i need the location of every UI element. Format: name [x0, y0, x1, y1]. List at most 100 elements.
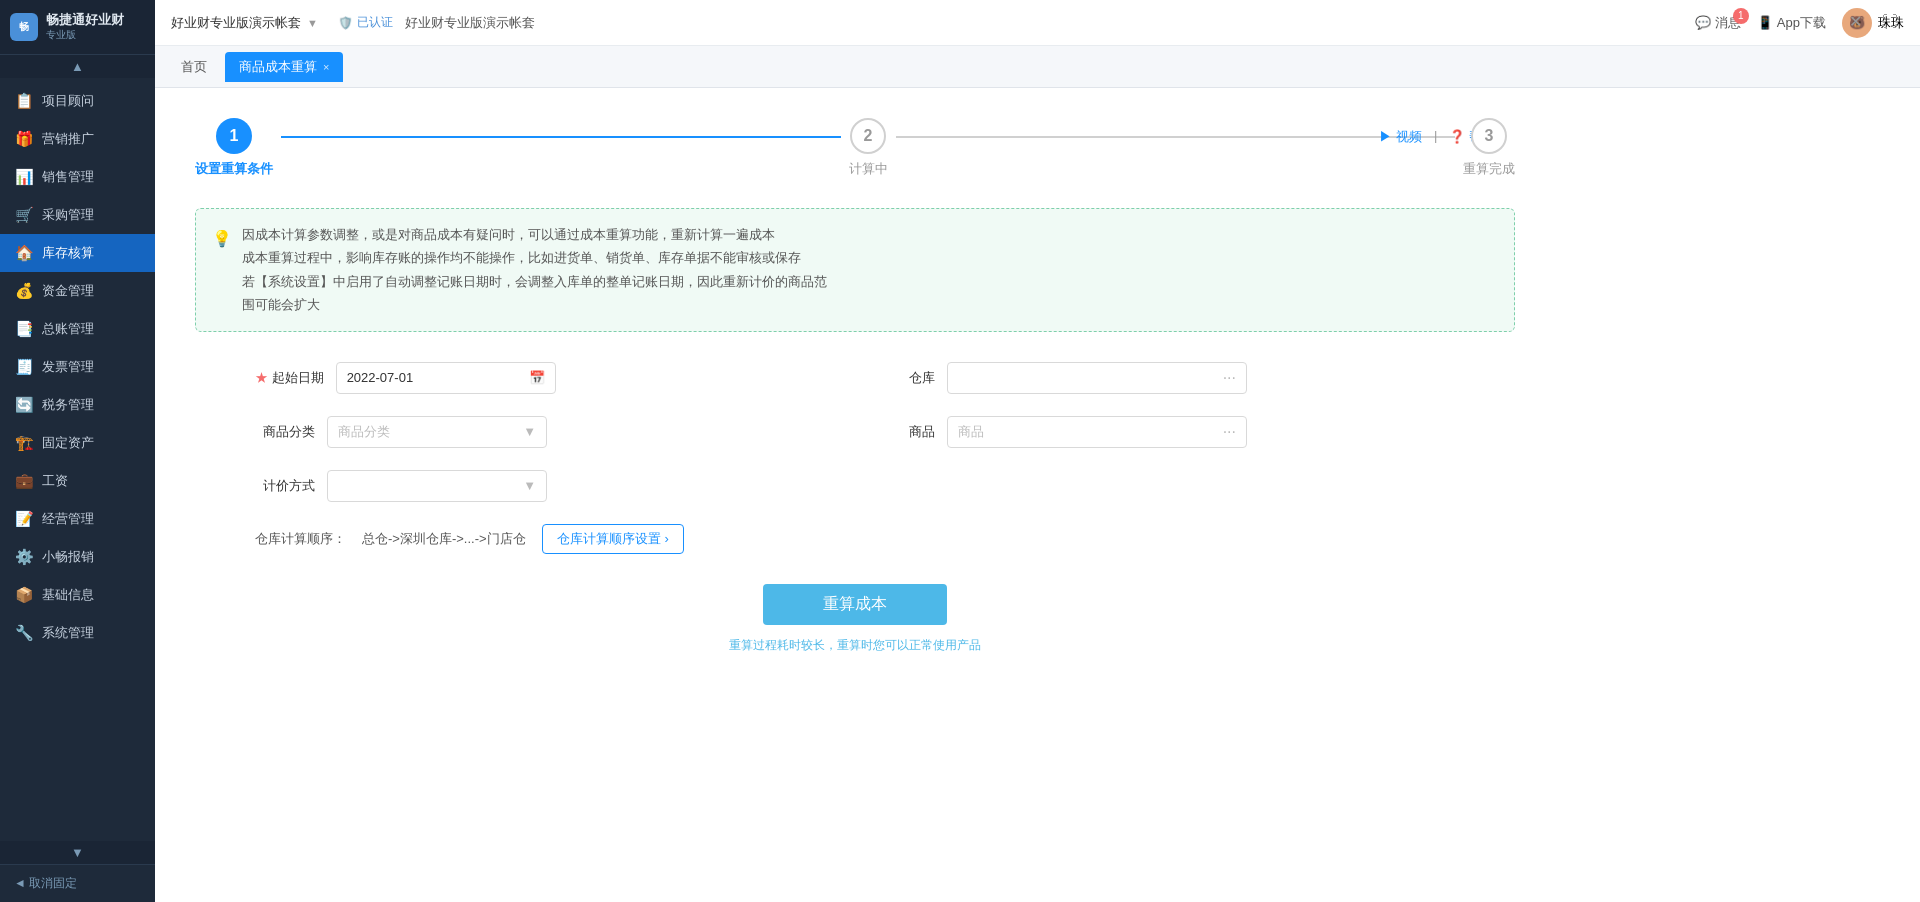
- warehouse-order-label: 仓库计算顺序：: [255, 530, 346, 548]
- step-2: 2 计算中: [849, 118, 888, 178]
- info-icon: 💡: [212, 225, 232, 317]
- step-1-label: 设置重算条件: [195, 160, 273, 178]
- tab-home-label: 首页: [181, 58, 207, 76]
- pricing-group: 计价方式 ▼: [255, 470, 835, 502]
- form-section: ★ 起始日期 2022-07-01 📅 仓库 ···: [195, 362, 1515, 654]
- product-group: 商品 商品 ···: [875, 416, 1455, 448]
- sidebar-item-fapiao[interactable]: 🧾 发票管理: [0, 348, 155, 386]
- step-line-1: [281, 136, 841, 138]
- required-star: ★: [255, 370, 268, 385]
- category-placeholder: 商品分类: [338, 423, 390, 441]
- sidebar-item-zhangwu[interactable]: 📑 总账管理: [0, 310, 155, 348]
- pricing-label: 计价方式: [255, 477, 315, 495]
- app-title: 畅捷通好业财: [46, 12, 124, 28]
- product-placeholder: 商品: [958, 423, 984, 441]
- sidebar-item-xiangmu[interactable]: 📋 项目顾问: [0, 82, 155, 120]
- sidebar-item-yingxiao[interactable]: 🎁 营销推广: [0, 120, 155, 158]
- expand-window-button[interactable]: ⛶: [1876, 10, 1904, 33]
- sidebar-item-label: 项目顾问: [42, 92, 94, 110]
- recalc-button[interactable]: 重算成本: [763, 584, 947, 625]
- sidebar-item-label: 发票管理: [42, 358, 94, 376]
- gongzi-icon: 💼: [14, 472, 34, 490]
- account-dropdown-icon: ▼: [307, 17, 318, 29]
- sidebar-item-caigou[interactable]: 🛒 采购管理: [0, 196, 155, 234]
- content-area: 1 设置重算条件 2 计算中 3: [155, 88, 1920, 902]
- warehouse-order-row: 仓库计算顺序： 总仓->深圳仓库->...->门店仓 仓库计算顺序设置 ›: [255, 524, 1455, 554]
- chevron-down-icon-2: ▼: [523, 478, 536, 493]
- step-1-circle: 1: [216, 118, 252, 154]
- sidebar-item-xiaoshou[interactable]: 📊 销售管理: [0, 158, 155, 196]
- sidebar-item-label: 系统管理: [42, 624, 94, 642]
- sidebar-item-label: 税务管理: [42, 396, 94, 414]
- info-box: 💡 因成本计算参数调整，或是对商品成本有疑问时，可以通过成本重算功能，重新计算一…: [195, 208, 1515, 332]
- topbar: 好业财专业版演示帐套 ▼ 🛡️ 已认证 好业财专业版演示帐套 💬 消息 1 📱 …: [155, 0, 1920, 46]
- sidebar-item-label: 工资: [42, 472, 68, 490]
- start-date-value: 2022-07-01: [347, 370, 414, 385]
- sidebar-item-label: 小畅报销: [42, 548, 94, 566]
- sidebar-nav: 📋 项目顾问 🎁 营销推广 📊 销售管理 🛒 采购管理 🏠 库存核算 💰 资金管…: [0, 78, 155, 841]
- sidebar-header: 畅 畅捷通好业财 专业版: [0, 0, 155, 55]
- sidebar-unpin-button[interactable]: ◄ 取消固定: [0, 864, 155, 902]
- step-3-label: 重算完成: [1463, 160, 1515, 178]
- steps-section: 1 设置重算条件 2 计算中 3: [195, 118, 1515, 178]
- warehouse-more-icon: ···: [1223, 369, 1236, 387]
- window-controls: ✕ ⛶: [1843, 10, 1904, 33]
- category-select[interactable]: 商品分类 ▼: [327, 416, 547, 448]
- caigou-icon: 🛒: [14, 206, 34, 224]
- chevron-right-icon: ›: [665, 531, 669, 546]
- sidebar-item-gongzi[interactable]: 💼 工资: [0, 462, 155, 500]
- sidebar-item-label: 总账管理: [42, 320, 94, 338]
- tab-recalc[interactable]: 商品成本重算 ×: [225, 52, 343, 82]
- form-row-2: 商品分类 商品分类 ▼ 商品 商品 ···: [255, 416, 1455, 448]
- tab-close-icon[interactable]: ×: [323, 61, 329, 73]
- shuiwu-icon: 🔄: [14, 396, 34, 414]
- chevron-down-icon: ▼: [523, 424, 536, 439]
- sidebar-item-xitong[interactable]: 🔧 系统管理: [0, 614, 155, 652]
- sidebar-item-label: 销售管理: [42, 168, 94, 186]
- pricing-select[interactable]: ▼: [327, 470, 547, 502]
- content-inner: 1 设置重算条件 2 计算中 3: [155, 88, 1555, 684]
- xiangmu-icon: 📋: [14, 92, 34, 110]
- warehouse-input[interactable]: ···: [947, 362, 1247, 394]
- xiaoshou-icon: 📊: [14, 168, 34, 186]
- xiaochang-icon: ⚙️: [14, 548, 34, 566]
- sidebar-scroll-down[interactable]: ▼: [0, 841, 155, 864]
- app-download-button[interactable]: 📱 App下载: [1757, 14, 1826, 32]
- sidebar-item-kucun[interactable]: 🏠 库存核算: [0, 234, 155, 272]
- video-link[interactable]: ▶ 视频: [1379, 128, 1422, 146]
- main-area: 好业财专业版演示帐套 ▼ 🛡️ 已认证 好业财专业版演示帐套 💬 消息 1 📱 …: [155, 0, 1920, 902]
- warehouse-group: 仓库 ···: [875, 362, 1455, 394]
- step-line-2: [896, 136, 1456, 138]
- sidebar-item-label: 采购管理: [42, 206, 94, 224]
- shield-icon: 🛡️: [338, 16, 353, 30]
- message-icon: 💬: [1695, 15, 1711, 30]
- gudingzichan-icon: 🏗️: [14, 434, 34, 452]
- sidebar-item-shuiwu[interactable]: 🔄 税务管理: [0, 386, 155, 424]
- form-row-1: ★ 起始日期 2022-07-01 📅 仓库 ···: [255, 362, 1455, 394]
- step-3: 3 重算完成: [1463, 118, 1515, 178]
- zijin-icon: 💰: [14, 282, 34, 300]
- sidebar-item-jingying[interactable]: 📝 经营管理: [0, 500, 155, 538]
- yingxiao-icon: 🎁: [14, 130, 34, 148]
- sidebar-item-label: 库存核算: [42, 244, 94, 262]
- account-selector[interactable]: 好业财专业版演示帐套 ▼: [171, 14, 318, 32]
- sidebar-item-xiaochang[interactable]: ⚙️ 小畅报销: [0, 538, 155, 576]
- product-input[interactable]: 商品 ···: [947, 416, 1247, 448]
- verified-badge: 🛡️ 已认证: [338, 14, 393, 31]
- sidebar-item-zijin[interactable]: 💰 资金管理: [0, 272, 155, 310]
- close-window-button[interactable]: ✕: [1843, 10, 1868, 33]
- start-date-group: ★ 起始日期 2022-07-01 📅: [255, 362, 835, 394]
- sidebar-item-label: 基础信息: [42, 586, 94, 604]
- zhangwu-icon: 📑: [14, 320, 34, 338]
- sidebar-item-label: 经营管理: [42, 510, 94, 528]
- steps-indicator: 1 设置重算条件 2 计算中 3: [195, 118, 1515, 178]
- message-button[interactable]: 💬 消息 1: [1695, 14, 1741, 32]
- sidebar-item-jichu[interactable]: 📦 基础信息: [0, 576, 155, 614]
- step-2-label: 计算中: [849, 160, 888, 178]
- sidebar-scroll-up[interactable]: ▲: [0, 55, 155, 78]
- warehouse-order-settings-button[interactable]: 仓库计算顺序设置 ›: [542, 524, 684, 554]
- sidebar-item-gudingzichan[interactable]: 🏗️ 固定资产: [0, 424, 155, 462]
- tabs-bar: 首页 商品成本重算 × ✕ ⛶: [155, 46, 1920, 88]
- start-date-input[interactable]: 2022-07-01 📅: [336, 362, 556, 394]
- tab-home[interactable]: 首页: [167, 52, 221, 82]
